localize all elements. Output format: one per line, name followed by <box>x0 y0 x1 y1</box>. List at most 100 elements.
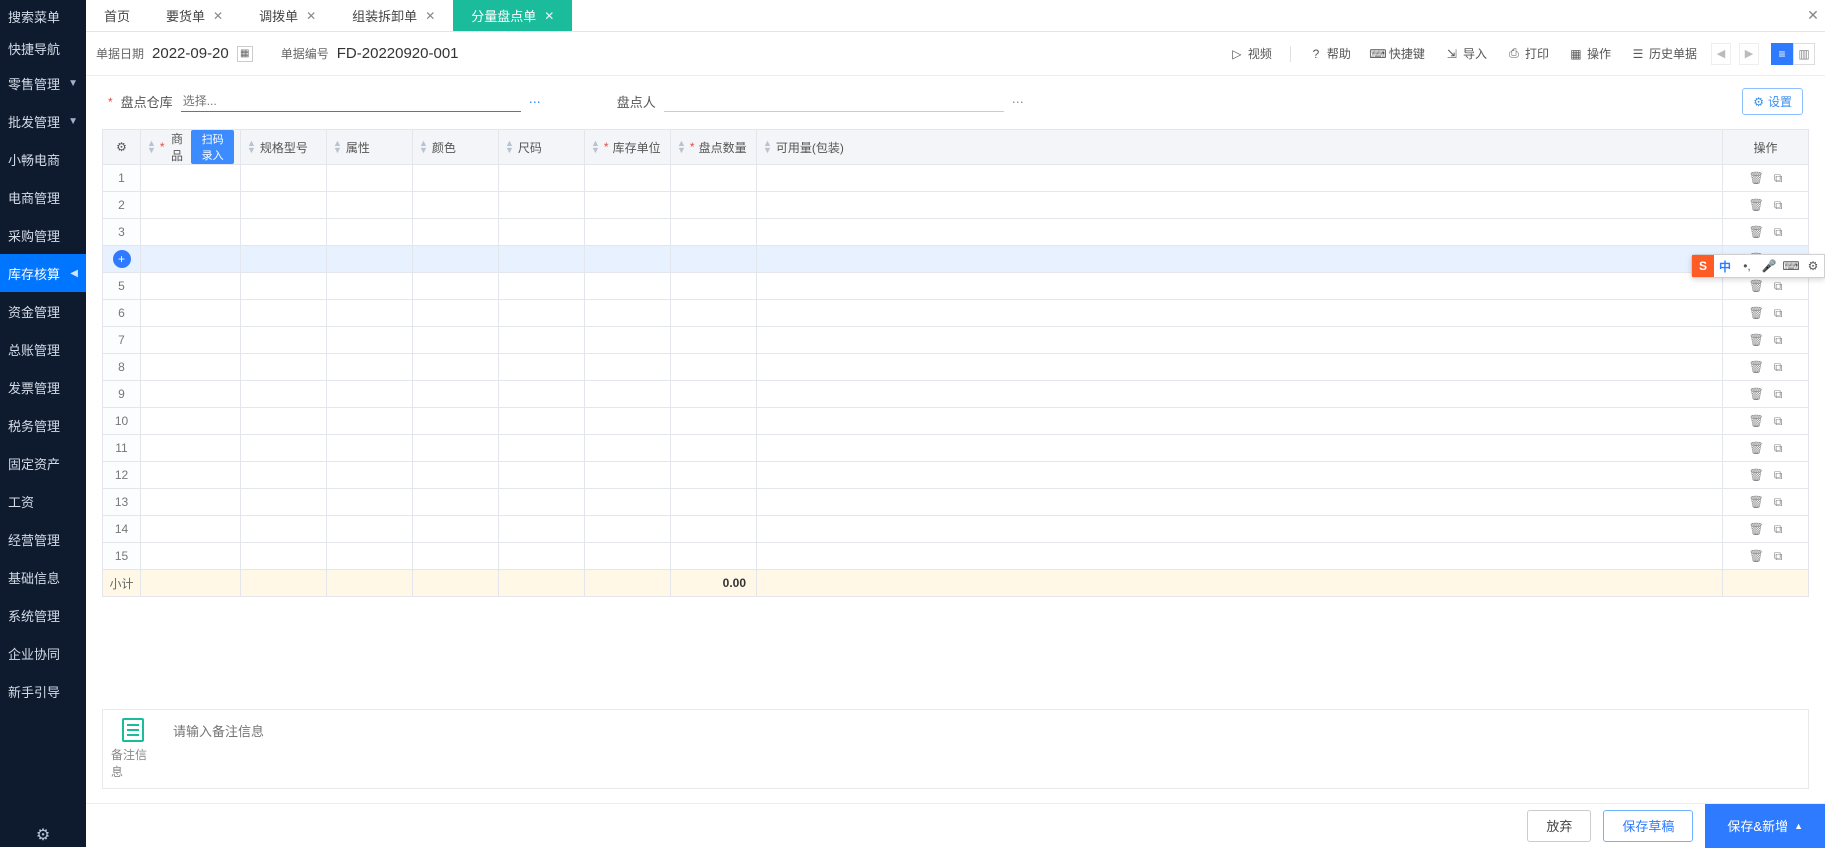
ime-punct-icon[interactable]: •, <box>1736 255 1758 277</box>
sidebar-business[interactable]: 经营管理 <box>0 520 86 558</box>
delete-row-icon[interactable]: 🗑 <box>1749 198 1764 212</box>
sort-icon[interactable]: ▲▼ <box>247 140 256 154</box>
sort-icon[interactable]: ▲▼ <box>333 140 342 154</box>
doc-date-value[interactable]: 2022-09-20 <box>152 45 229 62</box>
sidebar-inventory[interactable]: 库存核算◀ <box>0 254 86 292</box>
delete-row-icon[interactable]: 🗑 <box>1749 495 1764 509</box>
warehouse-input[interactable] <box>181 91 521 112</box>
table-row[interactable]: 8🗑⧉ <box>103 354 1809 381</box>
copy-row-icon[interactable]: ⧉ <box>1774 495 1783 510</box>
table-row[interactable]: 1🗑⧉ <box>103 165 1809 192</box>
copy-row-icon[interactable]: ⧉ <box>1774 522 1783 537</box>
sort-icon[interactable]: ▲▼ <box>763 140 772 154</box>
sidebar-fixed-asset[interactable]: 固定资产 <box>0 444 86 482</box>
table-row[interactable]: 11🗑⧉ <box>103 435 1809 462</box>
delete-row-icon[interactable]: 🗑 <box>1749 549 1764 563</box>
table-row[interactable]: +🗑⧉ <box>103 246 1809 273</box>
sort-icon[interactable]: ▲▼ <box>147 140 156 154</box>
sidebar-system[interactable]: 系统管理 <box>0 596 86 634</box>
table-row[interactable]: 3🗑⧉ <box>103 219 1809 246</box>
operate-link[interactable]: ▦操作 <box>1563 45 1617 62</box>
sidebar-invoice[interactable]: 发票管理 <box>0 368 86 406</box>
delete-row-icon[interactable]: 🗑 <box>1749 360 1764 374</box>
delete-row-icon[interactable]: 🗑 <box>1749 387 1764 401</box>
close-all-tabs[interactable]: ✕ <box>1801 0 1825 31</box>
sort-icon[interactable]: ▲▼ <box>419 140 428 154</box>
tab-zuzhuangchaixie[interactable]: 组装拆卸单✕ <box>334 0 453 31</box>
delete-row-icon[interactable]: 🗑 <box>1749 171 1764 185</box>
sidebar-quick-nav[interactable]: 快捷导航 <box>0 32 86 64</box>
ime-settings-icon[interactable]: ⚙ <box>1802 255 1824 277</box>
copy-row-icon[interactable]: ⧉ <box>1774 360 1783 375</box>
delete-row-icon[interactable]: 🗑 <box>1749 468 1764 482</box>
copy-row-icon[interactable]: ⧉ <box>1774 279 1783 294</box>
table-row[interactable]: 5🗑⧉ <box>103 273 1809 300</box>
sidebar-purchase[interactable]: 采购管理 <box>0 216 86 254</box>
delete-row-icon[interactable]: 🗑 <box>1749 333 1764 347</box>
tab-yaohuodan[interactable]: 要货单✕ <box>148 0 241 31</box>
sidebar-collab[interactable]: 企业协同 <box>0 634 86 672</box>
table-row[interactable]: 14🗑⧉ <box>103 516 1809 543</box>
delete-row-icon[interactable]: 🗑 <box>1749 306 1764 320</box>
table-row[interactable]: 12🗑⧉ <box>103 462 1809 489</box>
copy-row-icon[interactable]: ⧉ <box>1774 414 1783 429</box>
close-icon[interactable]: ✕ <box>425 9 435 23</box>
sort-icon[interactable]: ▲▼ <box>591 140 600 154</box>
delete-row-icon[interactable]: 🗑 <box>1749 522 1764 536</box>
table-row[interactable]: 13🗑⧉ <box>103 489 1809 516</box>
ime-mic-icon[interactable]: 🎤 <box>1758 255 1780 277</box>
copy-row-icon[interactable]: ⧉ <box>1774 441 1783 456</box>
sidebar-salary[interactable]: 工资 <box>0 482 86 520</box>
gear-icon[interactable]: ⚙ <box>0 823 86 847</box>
close-icon[interactable]: ✕ <box>213 9 223 23</box>
history-link[interactable]: ☰历史单据 <box>1625 45 1703 62</box>
video-link[interactable]: ▷视频 <box>1224 45 1278 62</box>
prev-doc[interactable]: ◀ <box>1711 43 1731 65</box>
import-link[interactable]: ⇲导入 <box>1439 45 1493 62</box>
close-icon[interactable]: ✕ <box>306 9 316 23</box>
table-row[interactable]: 10🗑⧉ <box>103 408 1809 435</box>
settings-button[interactable]: ⚙设置 <box>1742 88 1803 115</box>
person-input[interactable] <box>664 91 1004 112</box>
save-new-button[interactable]: 保存&新增▲ <box>1705 804 1825 848</box>
sidebar-wholesale[interactable]: 批发管理▼ <box>0 102 86 140</box>
sidebar-ecommerce[interactable]: 电商管理 <box>0 178 86 216</box>
shortcut-link[interactable]: ⌨快捷键 <box>1365 45 1431 62</box>
sidebar-xiaochang[interactable]: 小畅电商 <box>0 140 86 178</box>
table-row[interactable]: 15🗑⧉ <box>103 543 1809 570</box>
remark-input[interactable] <box>163 710 1808 753</box>
table-row[interactable]: 2🗑⧉ <box>103 192 1809 219</box>
delete-row-icon[interactable]: 🗑 <box>1749 414 1764 428</box>
sort-icon[interactable]: ▲▼ <box>677 140 686 154</box>
sidebar-basic-info[interactable]: 基础信息 <box>0 558 86 596</box>
copy-row-icon[interactable]: ⧉ <box>1774 198 1783 213</box>
print-link[interactable]: ⎙打印 <box>1501 45 1555 62</box>
sidebar-tax[interactable]: 税务管理 <box>0 406 86 444</box>
close-icon[interactable]: ✕ <box>544 9 554 23</box>
table-row[interactable]: 6🗑⧉ <box>103 300 1809 327</box>
tab-diaobodan[interactable]: 调拨单✕ <box>241 0 334 31</box>
sidebar-ledger[interactable]: 总账管理 <box>0 330 86 368</box>
warehouse-picker[interactable]: ⋯ <box>529 95 541 109</box>
tab-fenliangpandian[interactable]: 分量盘点单✕ <box>453 0 572 31</box>
delete-row-icon[interactable]: 🗑 <box>1749 441 1764 455</box>
delete-row-icon[interactable]: 🗑 <box>1749 279 1764 293</box>
calendar-icon[interactable]: ▦ <box>237 46 253 62</box>
copy-row-icon[interactable]: ⧉ <box>1774 549 1783 564</box>
sidebar-retail[interactable]: 零售管理▼ <box>0 64 86 102</box>
view-list[interactable]: ≡ <box>1771 43 1793 65</box>
sidebar-guide[interactable]: 新手引导 <box>0 672 86 710</box>
product-cell-input[interactable] <box>141 246 240 272</box>
copy-row-icon[interactable]: ⧉ <box>1774 468 1783 483</box>
ime-keyboard-icon[interactable]: ⌨ <box>1780 255 1802 277</box>
table-row[interactable]: 9🗑⧉ <box>103 381 1809 408</box>
scan-tag[interactable]: 扫码录入 <box>191 130 234 164</box>
table-row[interactable]: 7🗑⧉ <box>103 327 1809 354</box>
sidebar-search-menu[interactable]: 搜索菜单 <box>0 0 86 32</box>
gear-col[interactable]: ⚙ <box>103 130 141 165</box>
copy-row-icon[interactable]: ⧉ <box>1774 333 1783 348</box>
tab-home[interactable]: 首页 <box>86 0 148 31</box>
ime-lang[interactable]: 中 <box>1714 255 1736 277</box>
add-row-button[interactable]: + <box>113 250 131 268</box>
copy-row-icon[interactable]: ⧉ <box>1774 171 1783 186</box>
